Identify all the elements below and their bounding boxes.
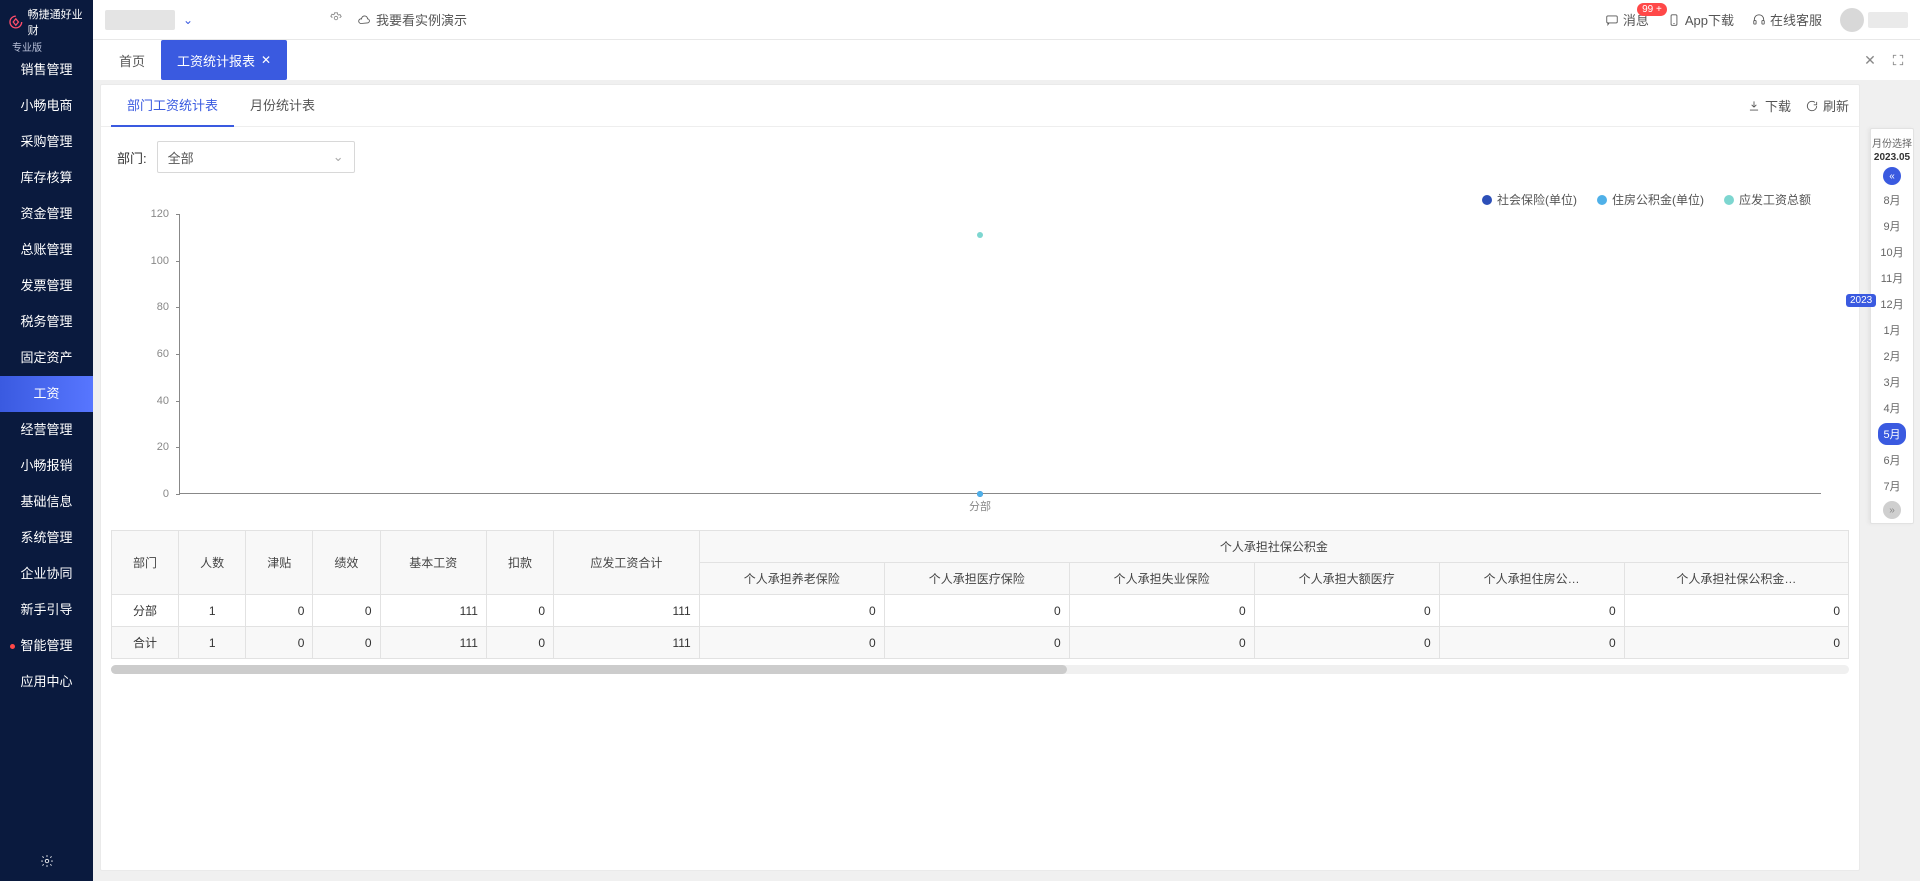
- download-button[interactable]: 下载: [1747, 96, 1791, 115]
- month-item[interactable]: 10月: [1878, 241, 1906, 263]
- sidebar-item-6[interactable]: 发票管理: [0, 268, 93, 304]
- close-all-tabs[interactable]: ✕: [1858, 48, 1882, 72]
- sidebar-item-0[interactable]: 销售管理: [0, 52, 93, 88]
- month-item[interactable]: 3月: [1878, 371, 1906, 393]
- org-settings-icon[interactable]: [329, 11, 343, 28]
- sidebar-item-10[interactable]: 经营管理: [0, 412, 93, 448]
- chart-point: [977, 491, 983, 497]
- username-placeholder: [1868, 12, 1908, 28]
- sidebar-item-7[interactable]: 税务管理: [0, 304, 93, 340]
- sidebar-item-1[interactable]: 小畅电商: [0, 88, 93, 124]
- month-item[interactable]: 9月: [1878, 215, 1906, 237]
- chart-x-category: 分部: [969, 498, 991, 514]
- table-row: 分部1001110111000000: [112, 595, 1849, 627]
- sidebar-item-17[interactable]: 应用中心: [0, 664, 93, 700]
- month-item[interactable]: 1月: [1878, 319, 1906, 341]
- month-scroll-down[interactable]: »: [1883, 501, 1901, 519]
- table-row: 合计1001110111000000: [112, 627, 1849, 659]
- brand-logo: 畅捷通好业财 专业版: [0, 0, 93, 40]
- sidebar-item-9[interactable]: 工资: [0, 376, 93, 412]
- legend-item[interactable]: 住房公积金(单位): [1597, 191, 1704, 208]
- subtab-dept-stats[interactable]: 部门工资统计表: [111, 85, 234, 127]
- chart-x-axis: [179, 493, 1821, 494]
- salary-table: 部门人数津贴绩效基本工资扣款应发工资合计个人承担社保公积金个人承担养老保险个人承…: [111, 530, 1849, 659]
- month-item[interactable]: 4月: [1878, 397, 1906, 419]
- legend-item[interactable]: 社会保险(单位): [1482, 191, 1577, 208]
- customer-service-button[interactable]: 在线客服: [1752, 10, 1822, 29]
- brand-icon: [8, 13, 24, 31]
- y-tick: 40: [129, 395, 169, 407]
- month-selector: 月份选择 2023.05 « 8月9月10月11月12月1月2月3月4月5月6月…: [1870, 128, 1914, 524]
- brand-name: 畅捷通好业财: [28, 6, 85, 38]
- sidebar-item-4[interactable]: 资金管理: [0, 196, 93, 232]
- chevron-down-icon: ⌄: [333, 149, 344, 165]
- horizontal-scrollbar[interactable]: [111, 665, 1849, 674]
- legend-item[interactable]: 应发工资总额: [1724, 191, 1811, 208]
- org-name-placeholder: [105, 10, 175, 30]
- phone-icon: [1667, 13, 1681, 27]
- demo-link[interactable]: 我要看实例演示: [357, 10, 467, 29]
- sidebar-item-16[interactable]: 智能管理: [0, 628, 93, 664]
- demo-label: 我要看实例演示: [376, 10, 467, 29]
- month-item[interactable]: 5月: [1878, 423, 1906, 445]
- y-tick: 120: [129, 208, 169, 220]
- sidebar-settings-icon[interactable]: [0, 854, 93, 873]
- y-tick: 20: [129, 441, 169, 453]
- cloud-icon: [357, 13, 371, 27]
- download-icon: [1747, 99, 1761, 113]
- fullscreen-icon[interactable]: [1886, 48, 1910, 72]
- close-icon[interactable]: ✕: [261, 53, 271, 67]
- headset-icon: [1752, 13, 1766, 27]
- sidebar-item-8[interactable]: 固定资产: [0, 340, 93, 376]
- month-item[interactable]: 8月: [1878, 189, 1906, 211]
- chart-point: [977, 232, 983, 238]
- sidebar-item-3[interactable]: 库存核算: [0, 160, 93, 196]
- user-profile[interactable]: [1840, 8, 1908, 32]
- y-tick: 100: [129, 255, 169, 267]
- tab-salary-report[interactable]: 工资统计报表 ✕: [161, 40, 287, 80]
- month-item[interactable]: 7月: [1878, 475, 1906, 497]
- month-scroll-up[interactable]: «: [1883, 167, 1901, 185]
- sidebar-item-15[interactable]: 新手引导: [0, 592, 93, 628]
- tab-home[interactable]: 首页: [103, 40, 161, 80]
- app-download-button[interactable]: App下载: [1667, 10, 1734, 29]
- sidebar-item-11[interactable]: 小畅报销: [0, 448, 93, 484]
- avatar: [1840, 8, 1864, 32]
- sidebar-item-12[interactable]: 基础信息: [0, 484, 93, 520]
- subtab-month-stats[interactable]: 月份统计表: [234, 85, 331, 127]
- y-tick: 80: [129, 301, 169, 313]
- y-tick: 60: [129, 348, 169, 360]
- message-icon: [1605, 13, 1619, 27]
- sidebar-item-5[interactable]: 总账管理: [0, 232, 93, 268]
- y-tick: 0: [129, 488, 169, 500]
- month-year-tag: 2023: [1846, 294, 1876, 307]
- month-item[interactable]: 6月: [1878, 449, 1906, 471]
- sidebar-item-14[interactable]: 企业协同: [0, 556, 93, 592]
- dept-filter-label: 部门:: [117, 148, 147, 167]
- sidebar-item-2[interactable]: 采购管理: [0, 124, 93, 160]
- dept-select[interactable]: 全部 ⌄: [157, 141, 355, 173]
- messages-button[interactable]: 消息 99 +: [1605, 10, 1649, 29]
- month-item[interactable]: 11月: [1878, 267, 1906, 289]
- month-item[interactable]: 12月: [1878, 293, 1906, 315]
- month-item[interactable]: 2月: [1878, 345, 1906, 367]
- message-badge: 99 +: [1637, 3, 1667, 16]
- org-dropdown-icon[interactable]: ⌄: [183, 13, 193, 27]
- refresh-button[interactable]: 刷新: [1805, 96, 1849, 115]
- sidebar-item-13[interactable]: 系统管理: [0, 520, 93, 556]
- refresh-icon: [1805, 99, 1819, 113]
